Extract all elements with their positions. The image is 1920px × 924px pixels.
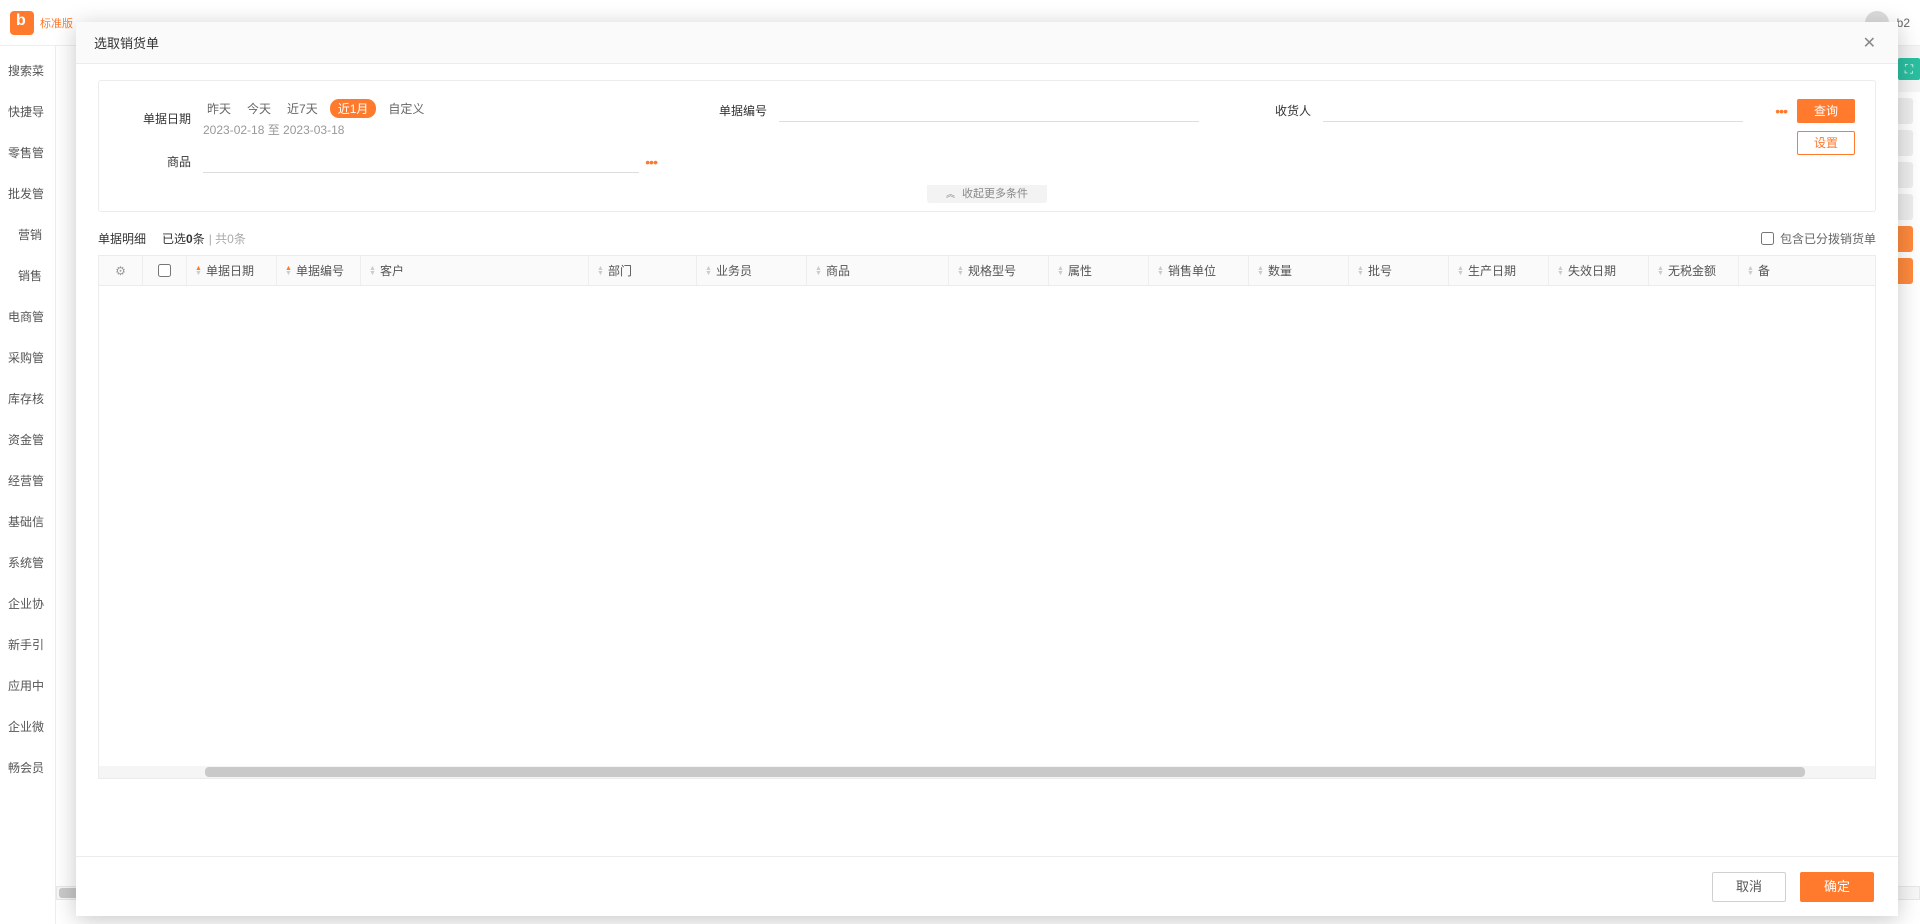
filter-product-input[interactable]: [203, 150, 639, 173]
col-unit[interactable]: 销售单位: [1149, 256, 1249, 285]
include-dispatched-input[interactable]: [1761, 232, 1774, 245]
table-body-empty: [99, 286, 1875, 766]
col-product[interactable]: 商品: [807, 256, 949, 285]
ok-button[interactable]: 确定: [1800, 872, 1874, 902]
select-sales-order-modal: 选取销货单 ✕ 单据日期 昨天 今天 近7天 近1月 自定义 2023-02-: [76, 22, 1898, 916]
selected-count: 已选0条: [162, 230, 205, 247]
date-quick-today[interactable]: 今天: [243, 99, 275, 118]
collapse-label: 收起更多条件: [962, 188, 1028, 200]
chevron-up-icon: ︽: [946, 189, 955, 199]
total-count: | 共0条: [209, 230, 246, 247]
include-dispatched-label: 包含已分拨销货单: [1780, 230, 1876, 247]
col-spec[interactable]: 规格型号: [949, 256, 1049, 285]
collapse-filters-button[interactable]: ︽ 收起更多条件: [927, 185, 1047, 203]
col-qty[interactable]: 数量: [1249, 256, 1349, 285]
filter-receiver-input[interactable]: [1323, 99, 1743, 122]
filter-product-label: 商品: [119, 153, 191, 170]
col-batch[interactable]: 批号: [1349, 256, 1449, 285]
include-dispatched-checkbox[interactable]: 包含已分拨销货单: [1761, 230, 1876, 247]
search-button[interactable]: 查询: [1797, 99, 1855, 123]
col-taxfree[interactable]: 无税金额: [1649, 256, 1739, 285]
close-icon[interactable]: ✕: [1859, 29, 1880, 57]
col-emp[interactable]: 业务员: [697, 256, 807, 285]
col-date[interactable]: 单据日期: [187, 256, 277, 285]
filter-code-label: 单据编号: [695, 102, 767, 119]
filter-code-input[interactable]: [779, 99, 1199, 122]
filter-receiver-label: 收货人: [1239, 102, 1311, 119]
col-customer[interactable]: 客户: [361, 256, 589, 285]
date-quick-last1m[interactable]: 近1月: [330, 99, 377, 118]
more-filters-icon[interactable]: •••: [1775, 103, 1787, 119]
date-quick-yesterday[interactable]: 昨天: [203, 99, 235, 118]
filter-date-label: 单据日期: [119, 110, 191, 127]
col-expire[interactable]: 失效日期: [1549, 256, 1649, 285]
table-h-scrollbar[interactable]: [99, 766, 1875, 778]
column-settings-icon[interactable]: ⚙: [99, 256, 143, 285]
list-tab-detail[interactable]: 单据明细: [98, 230, 146, 247]
filter-panel: 单据日期 昨天 今天 近7天 近1月 自定义 2023-02-18 至 2023…: [98, 80, 1876, 212]
date-range-text: 2023-02-18 至 2023-03-18: [203, 121, 655, 138]
settings-button[interactable]: 设置: [1797, 131, 1855, 155]
product-picker-icon[interactable]: •••: [645, 154, 657, 170]
col-code[interactable]: 单据编号: [277, 256, 361, 285]
col-remark[interactable]: 备: [1739, 256, 1779, 285]
date-quick-last7[interactable]: 近7天: [283, 99, 322, 118]
date-quick-custom[interactable]: 自定义: [384, 99, 428, 118]
cancel-button[interactable]: 取消: [1712, 872, 1786, 902]
modal-title: 选取销货单: [94, 33, 159, 52]
results-table: ⚙ 单据日期 单据编号 客户 部门 业务员 商品 规格型号 属性 销售单位 数量…: [98, 255, 1876, 779]
col-attr[interactable]: 属性: [1049, 256, 1149, 285]
select-all-checkbox[interactable]: [143, 256, 187, 285]
col-dept[interactable]: 部门: [589, 256, 697, 285]
col-pdate[interactable]: 生产日期: [1449, 256, 1549, 285]
